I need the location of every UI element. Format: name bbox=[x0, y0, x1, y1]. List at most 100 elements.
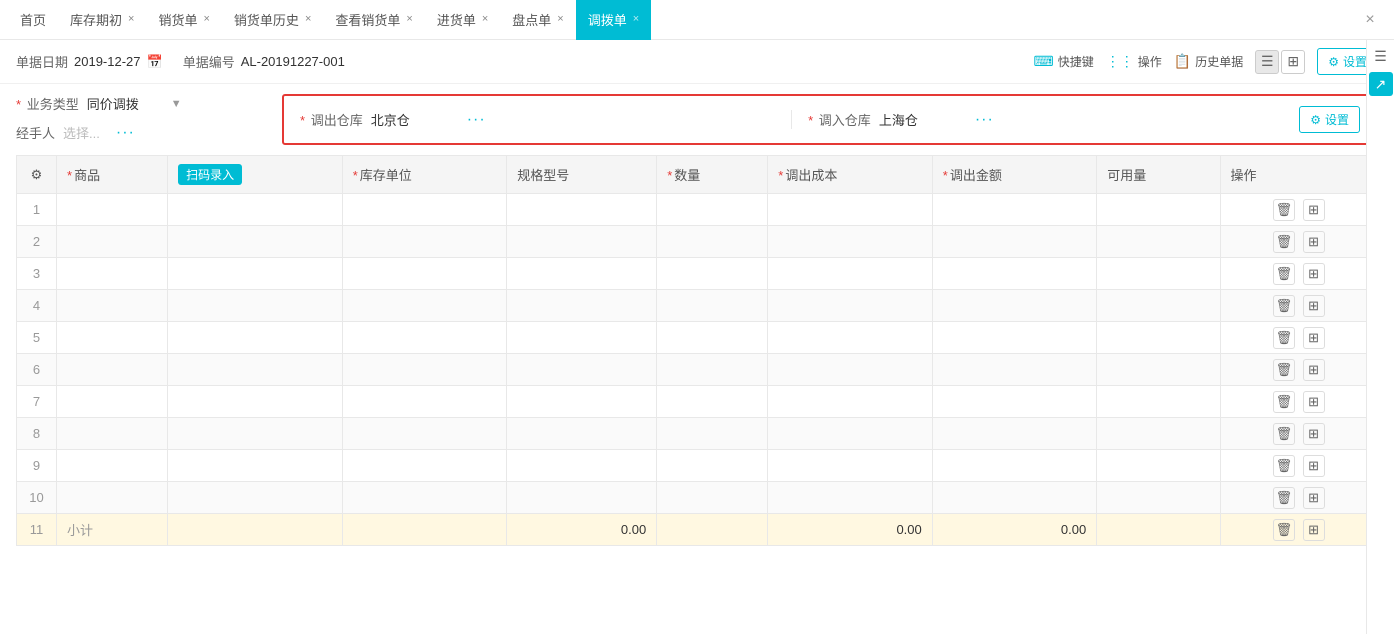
delete-row-icon[interactable]: 🗑 bbox=[1273, 423, 1295, 445]
spec-cell[interactable] bbox=[507, 290, 657, 322]
sidebar-export-icon[interactable]: ↗ bbox=[1369, 72, 1393, 96]
unit-cell[interactable] bbox=[342, 354, 506, 386]
copy-row-icon[interactable]: ⊞ bbox=[1303, 231, 1325, 253]
tab-view-sales[interactable]: 查看销货单 × bbox=[323, 0, 424, 40]
copy-row-icon[interactable]: ⊞ bbox=[1303, 423, 1325, 445]
cost-cell[interactable] bbox=[768, 386, 932, 418]
tab-close-purchase-order[interactable]: × bbox=[482, 14, 488, 25]
qty-cell[interactable] bbox=[657, 258, 768, 290]
unit-cell[interactable] bbox=[342, 482, 506, 514]
tab-close-transfer-order[interactable]: × bbox=[633, 14, 639, 25]
available-cell[interactable] bbox=[1097, 290, 1220, 322]
qty-cell[interactable] bbox=[657, 354, 768, 386]
delete-row-icon[interactable]: 🗑 bbox=[1273, 391, 1295, 413]
tab-close-inventory-check[interactable]: × bbox=[557, 14, 563, 25]
spec-cell[interactable] bbox=[507, 450, 657, 482]
scan-cell[interactable] bbox=[168, 386, 343, 418]
product-cell[interactable] bbox=[57, 322, 168, 354]
spec-cell[interactable] bbox=[507, 322, 657, 354]
copy-row-icon[interactable]: ⊞ bbox=[1303, 263, 1325, 285]
available-cell[interactable] bbox=[1097, 194, 1220, 226]
tab-close-sales-order[interactable]: × bbox=[203, 14, 209, 25]
grid-view-btn[interactable]: ⊞ bbox=[1281, 50, 1305, 74]
spec-cell[interactable] bbox=[507, 354, 657, 386]
cost-cell[interactable] bbox=[768, 450, 932, 482]
available-cell[interactable] bbox=[1097, 386, 1220, 418]
tab-sales-history[interactable]: 销货单历史 × bbox=[222, 0, 323, 40]
available-cell[interactable] bbox=[1097, 450, 1220, 482]
delete-row-icon[interactable]: 🗑 bbox=[1273, 455, 1295, 477]
unit-cell[interactable] bbox=[342, 226, 506, 258]
product-cell[interactable] bbox=[57, 258, 168, 290]
spec-cell[interactable] bbox=[507, 226, 657, 258]
cost-cell[interactable] bbox=[768, 194, 932, 226]
th-gear[interactable]: ⚙ bbox=[17, 156, 57, 194]
delete-row-icon[interactable]: 🗑 bbox=[1273, 295, 1295, 317]
unit-cell[interactable] bbox=[342, 194, 506, 226]
spec-cell[interactable] bbox=[507, 418, 657, 450]
delete-row-icon[interactable]: 🗑 bbox=[1273, 263, 1295, 285]
qty-cell[interactable] bbox=[657, 290, 768, 322]
cost-cell[interactable] bbox=[768, 290, 932, 322]
cost-cell[interactable] bbox=[768, 226, 932, 258]
copy-row-icon[interactable]: ⊞ bbox=[1303, 295, 1325, 317]
scan-cell[interactable] bbox=[168, 290, 343, 322]
cost-cell[interactable] bbox=[768, 258, 932, 290]
delete-row-icon[interactable]: 🗑 bbox=[1273, 231, 1295, 253]
date-value[interactable]: 2019-12-27 bbox=[74, 54, 141, 69]
scan-btn[interactable]: 扫码录入 bbox=[178, 164, 242, 185]
window-close-button[interactable]: × bbox=[1354, 4, 1386, 36]
delete-row-icon[interactable]: 🗑 bbox=[1273, 359, 1295, 381]
amount-cell[interactable] bbox=[932, 226, 1096, 258]
scan-cell[interactable] bbox=[168, 194, 343, 226]
delete-row-icon[interactable]: 🗑 bbox=[1273, 327, 1295, 349]
qty-cell[interactable] bbox=[657, 418, 768, 450]
unit-cell[interactable] bbox=[342, 386, 506, 418]
scan-cell[interactable] bbox=[168, 322, 343, 354]
delete-icon[interactable]: 🗑 bbox=[1273, 519, 1295, 541]
tab-close-sales-history[interactable]: × bbox=[305, 14, 311, 25]
qty-cell[interactable] bbox=[657, 386, 768, 418]
product-cell[interactable] bbox=[57, 450, 168, 482]
amount-cell[interactable] bbox=[932, 194, 1096, 226]
amount-cell[interactable] bbox=[932, 290, 1096, 322]
amount-cell[interactable] bbox=[932, 354, 1096, 386]
scan-cell[interactable] bbox=[168, 354, 343, 386]
available-cell[interactable] bbox=[1097, 482, 1220, 514]
warehouse-out-more-btn[interactable]: ··· bbox=[467, 111, 486, 129]
qty-cell[interactable] bbox=[657, 194, 768, 226]
business-type-dropdown[interactable]: 同价调拨 ▼ bbox=[87, 94, 182, 113]
product-cell[interactable] bbox=[57, 354, 168, 386]
spec-cell[interactable] bbox=[507, 258, 657, 290]
spec-cell[interactable] bbox=[507, 482, 657, 514]
available-cell[interactable] bbox=[1097, 226, 1220, 258]
tab-inventory-check[interactable]: 盘点单 × bbox=[500, 0, 575, 40]
cost-cell[interactable] bbox=[768, 354, 932, 386]
product-cell[interactable] bbox=[57, 290, 168, 322]
product-cell[interactable] bbox=[57, 482, 168, 514]
scan-cell[interactable] bbox=[168, 226, 343, 258]
scan-cell[interactable] bbox=[168, 418, 343, 450]
unit-cell[interactable] bbox=[342, 450, 506, 482]
unit-cell[interactable] bbox=[342, 258, 506, 290]
scan-cell[interactable] bbox=[168, 482, 343, 514]
cost-cell[interactable] bbox=[768, 482, 932, 514]
product-cell[interactable] bbox=[57, 386, 168, 418]
amount-cell[interactable] bbox=[932, 386, 1096, 418]
delete-row-icon[interactable]: 🗑 bbox=[1273, 487, 1295, 509]
warehouse-settings-btn[interactable]: ⚙ 设置 bbox=[1299, 106, 1360, 133]
amount-cell[interactable] bbox=[932, 450, 1096, 482]
copy-row-icon[interactable]: ⊞ bbox=[1303, 199, 1325, 221]
list-view-btn[interactable]: ☰ bbox=[1255, 50, 1279, 74]
scan-cell[interactable] bbox=[168, 450, 343, 482]
operation-btn[interactable]: ⋮⋮ 操作 bbox=[1106, 53, 1162, 70]
person-more-btn[interactable]: ··· bbox=[116, 124, 135, 142]
cost-cell[interactable] bbox=[768, 418, 932, 450]
available-cell[interactable] bbox=[1097, 354, 1220, 386]
available-cell[interactable] bbox=[1097, 418, 1220, 450]
copy-row-icon[interactable]: ⊞ bbox=[1303, 487, 1325, 509]
product-cell[interactable] bbox=[57, 226, 168, 258]
available-cell[interactable] bbox=[1097, 322, 1220, 354]
unit-cell[interactable] bbox=[342, 322, 506, 354]
copy-row-icon[interactable]: ⊞ bbox=[1303, 391, 1325, 413]
